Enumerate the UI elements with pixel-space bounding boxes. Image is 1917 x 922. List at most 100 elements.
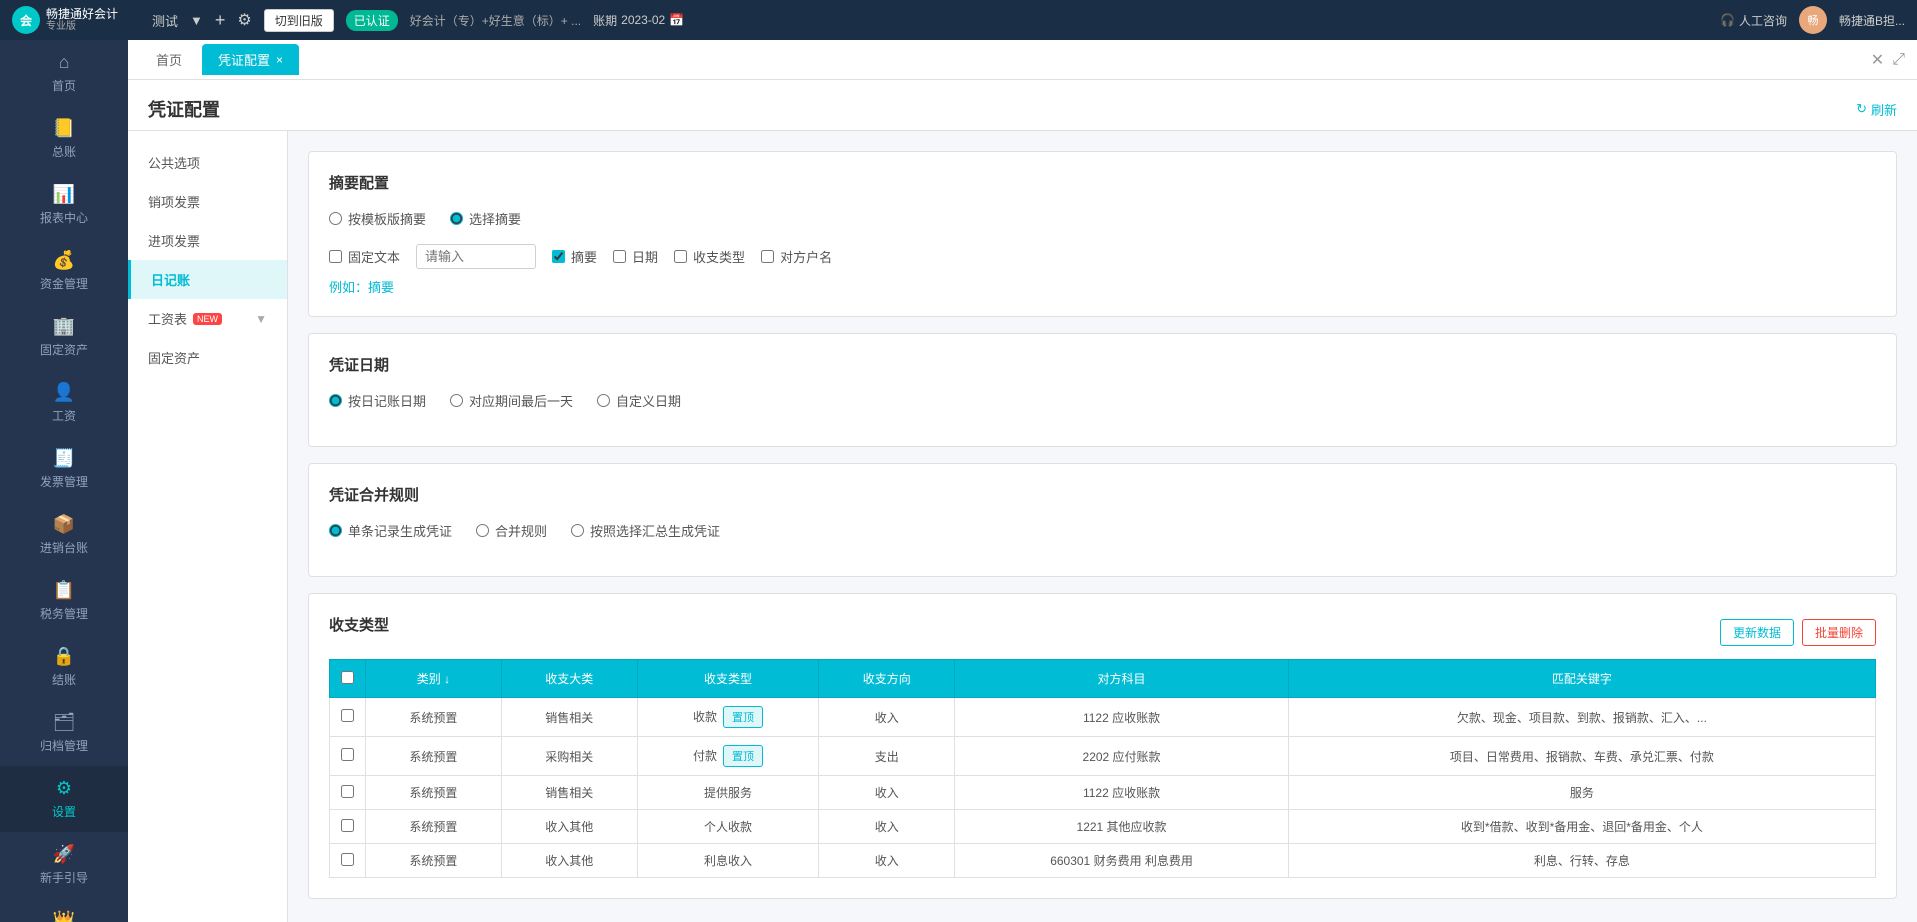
- refresh-button[interactable]: ↻ 刷新: [1856, 100, 1897, 119]
- period-info: 账期 2023-02 📅: [593, 12, 684, 29]
- radio-merge-input[interactable]: [476, 524, 489, 537]
- row-type: 收款置顶: [637, 698, 819, 737]
- sidebar-item-funds[interactable]: 💰 资金管理: [0, 238, 128, 304]
- left-nav-fixed-assets[interactable]: 固定资产: [128, 338, 287, 377]
- row-checkbox[interactable]: [341, 748, 354, 761]
- window-expand-button[interactable]: ⤢: [1892, 50, 1905, 70]
- table-row: 系统预置 收入其他 利息收入 收入 660301 财务费用 利息费用 利息、行转…: [330, 844, 1876, 878]
- checkbox-fixed-text-input[interactable]: [329, 250, 342, 263]
- batch-delete-button[interactable]: 批量删除: [1802, 619, 1876, 646]
- row-checkbox-cell[interactable]: [330, 776, 366, 810]
- member-icon: 👑: [53, 910, 75, 922]
- fixed-text-input[interactable]: [416, 244, 536, 269]
- select-all-checkbox[interactable]: [341, 671, 354, 684]
- summary-radio-group: 按模板版摘要 选择摘要: [329, 209, 1876, 228]
- sidebar-item-home[interactable]: ⌂ 首页: [0, 40, 128, 106]
- sidebar-item-invoice[interactable]: 🧾 发票管理: [0, 436, 128, 502]
- row-major: 销售相关: [501, 698, 637, 737]
- checkbox-date-input[interactable]: [613, 250, 626, 263]
- row-checkbox[interactable]: [341, 819, 354, 832]
- radio-journal-date-input[interactable]: [329, 394, 342, 407]
- sidebar-item-member[interactable]: 👑 畅会员: [0, 898, 128, 922]
- old-version-button[interactable]: 切到旧版: [264, 9, 334, 32]
- checkbox-counterparty[interactable]: 对方户名: [761, 247, 832, 266]
- service-button[interactable]: 🎧 人工咨询: [1720, 12, 1787, 29]
- sidebar-item-purchase-sales[interactable]: 📦 进销台账: [0, 502, 128, 568]
- sidebar-item-ledger[interactable]: 📒 总账: [0, 106, 128, 172]
- sidebar-item-assets[interactable]: 🏢 固定资产: [0, 304, 128, 370]
- radio-journal-date[interactable]: 按日记账日期: [329, 391, 426, 410]
- radio-period-last-input[interactable]: [450, 394, 463, 407]
- sidebar-item-guide[interactable]: 🚀 新手引导: [0, 832, 128, 898]
- checkbox-summary-input[interactable]: [552, 250, 565, 263]
- page-title: 凭证配置: [148, 96, 220, 122]
- sidebar-label-guide: 新手引导: [40, 869, 88, 886]
- table-row: 系统预置 销售相关 收款置顶 收入 1122 应收账款 欠款、现金、项目款、到款…: [330, 698, 1876, 737]
- checkbox-date[interactable]: 日期: [613, 247, 658, 266]
- sidebar-item-reports[interactable]: 📊 报表中心: [0, 172, 128, 238]
- header-settings[interactable]: ⚙: [237, 10, 251, 30]
- row-checkbox[interactable]: [341, 853, 354, 866]
- radio-select-label: 选择摘要: [469, 209, 521, 228]
- sidebar-item-archive[interactable]: 🗂 归档管理: [0, 700, 128, 766]
- header-plus[interactable]: +: [215, 10, 226, 31]
- row-major: 收入其他: [501, 844, 637, 878]
- left-nav-sales[interactable]: 销项发票: [128, 182, 287, 221]
- update-data-button[interactable]: 更新数据: [1720, 619, 1794, 646]
- radio-custom-date-input[interactable]: [597, 394, 610, 407]
- fixed-text-label: 固定文本: [348, 247, 400, 266]
- radio-template[interactable]: 按模板版摘要: [329, 209, 426, 228]
- sidebar-item-settings[interactable]: ⚙ 设置: [0, 766, 128, 832]
- sidebar-item-tax[interactable]: 📋 税务管理: [0, 568, 128, 634]
- row-checkbox-cell[interactable]: [330, 737, 366, 776]
- tag-button[interactable]: 置顶: [723, 706, 763, 728]
- row-checkbox-cell[interactable]: [330, 698, 366, 737]
- left-nav-sales-label: 销项发票: [148, 192, 200, 211]
- radio-single-input[interactable]: [329, 524, 342, 537]
- window-close-button[interactable]: ✕: [1871, 50, 1884, 70]
- calendar-icon[interactable]: 📅: [669, 13, 684, 27]
- tab-home[interactable]: 首页: [140, 44, 198, 75]
- row-category: 系统预置: [366, 844, 502, 878]
- row-checkbox-cell[interactable]: [330, 810, 366, 844]
- company-dropdown[interactable]: ▼: [190, 13, 203, 28]
- th-category: 类别 ↓: [366, 660, 502, 698]
- left-nav-journal-label: 日记账: [151, 270, 190, 289]
- sidebar-item-closing[interactable]: 🔒 结账: [0, 634, 128, 700]
- radio-single[interactable]: 单条记录生成凭证: [329, 521, 452, 540]
- radio-summary-gen[interactable]: 按照选择汇总生成凭证: [571, 521, 720, 540]
- sidebar-label-ledger: 总账: [52, 143, 76, 160]
- th-type: 收支类型: [637, 660, 819, 698]
- row-checkbox[interactable]: [341, 709, 354, 722]
- left-nav-journal[interactable]: 日记账: [128, 260, 287, 299]
- radio-select[interactable]: 选择摘要: [450, 209, 521, 228]
- payroll-icon: 👤: [53, 382, 75, 403]
- radio-summary-gen-input[interactable]: [571, 524, 584, 537]
- checkbox-type[interactable]: 收支类型: [674, 247, 745, 266]
- radio-select-input[interactable]: [450, 212, 463, 225]
- row-checkbox-cell[interactable]: [330, 844, 366, 878]
- tag-button[interactable]: 置顶: [723, 745, 763, 767]
- tab-close-icon[interactable]: ×: [276, 53, 283, 67]
- checkbox-counterparty-input[interactable]: [761, 250, 774, 263]
- radio-period-last[interactable]: 对应期间最后一天: [450, 391, 573, 410]
- left-nav-purchase[interactable]: 进项发票: [128, 221, 287, 260]
- left-nav-fixed-assets-label: 固定资产: [148, 348, 200, 367]
- checkbox-summary[interactable]: 摘要: [552, 247, 597, 266]
- left-nav-payroll[interactable]: 工资表 NEW ▼: [128, 299, 287, 338]
- checkbox-type-input[interactable]: [674, 250, 687, 263]
- tab-voucher-config[interactable]: 凭证配置 ×: [202, 44, 299, 75]
- row-checkbox[interactable]: [341, 785, 354, 798]
- left-nav-public[interactable]: 公共选项: [128, 143, 287, 182]
- tab-bar: 首页 凭证配置 × ✕ ⤢: [128, 40, 1917, 80]
- radio-merge[interactable]: 合并规则: [476, 521, 547, 540]
- merge-rules-section: 凭证合并规则 单条记录生成凭证 合并规则 按照选择汇总生成凭证: [308, 463, 1897, 577]
- summary-section-title: 摘要配置: [329, 172, 1876, 193]
- merge-rules-radio-group: 单条记录生成凭证 合并规则 按照选择汇总生成凭证: [329, 521, 1876, 540]
- th-checkbox[interactable]: [330, 660, 366, 698]
- checkbox-counterparty-label: 对方户名: [780, 247, 832, 266]
- radio-custom-date[interactable]: 自定义日期: [597, 391, 681, 410]
- sidebar-item-payroll[interactable]: 👤 工资: [0, 370, 128, 436]
- radio-template-input[interactable]: [329, 212, 342, 225]
- checkbox-fixed-text[interactable]: 固定文本: [329, 247, 400, 266]
